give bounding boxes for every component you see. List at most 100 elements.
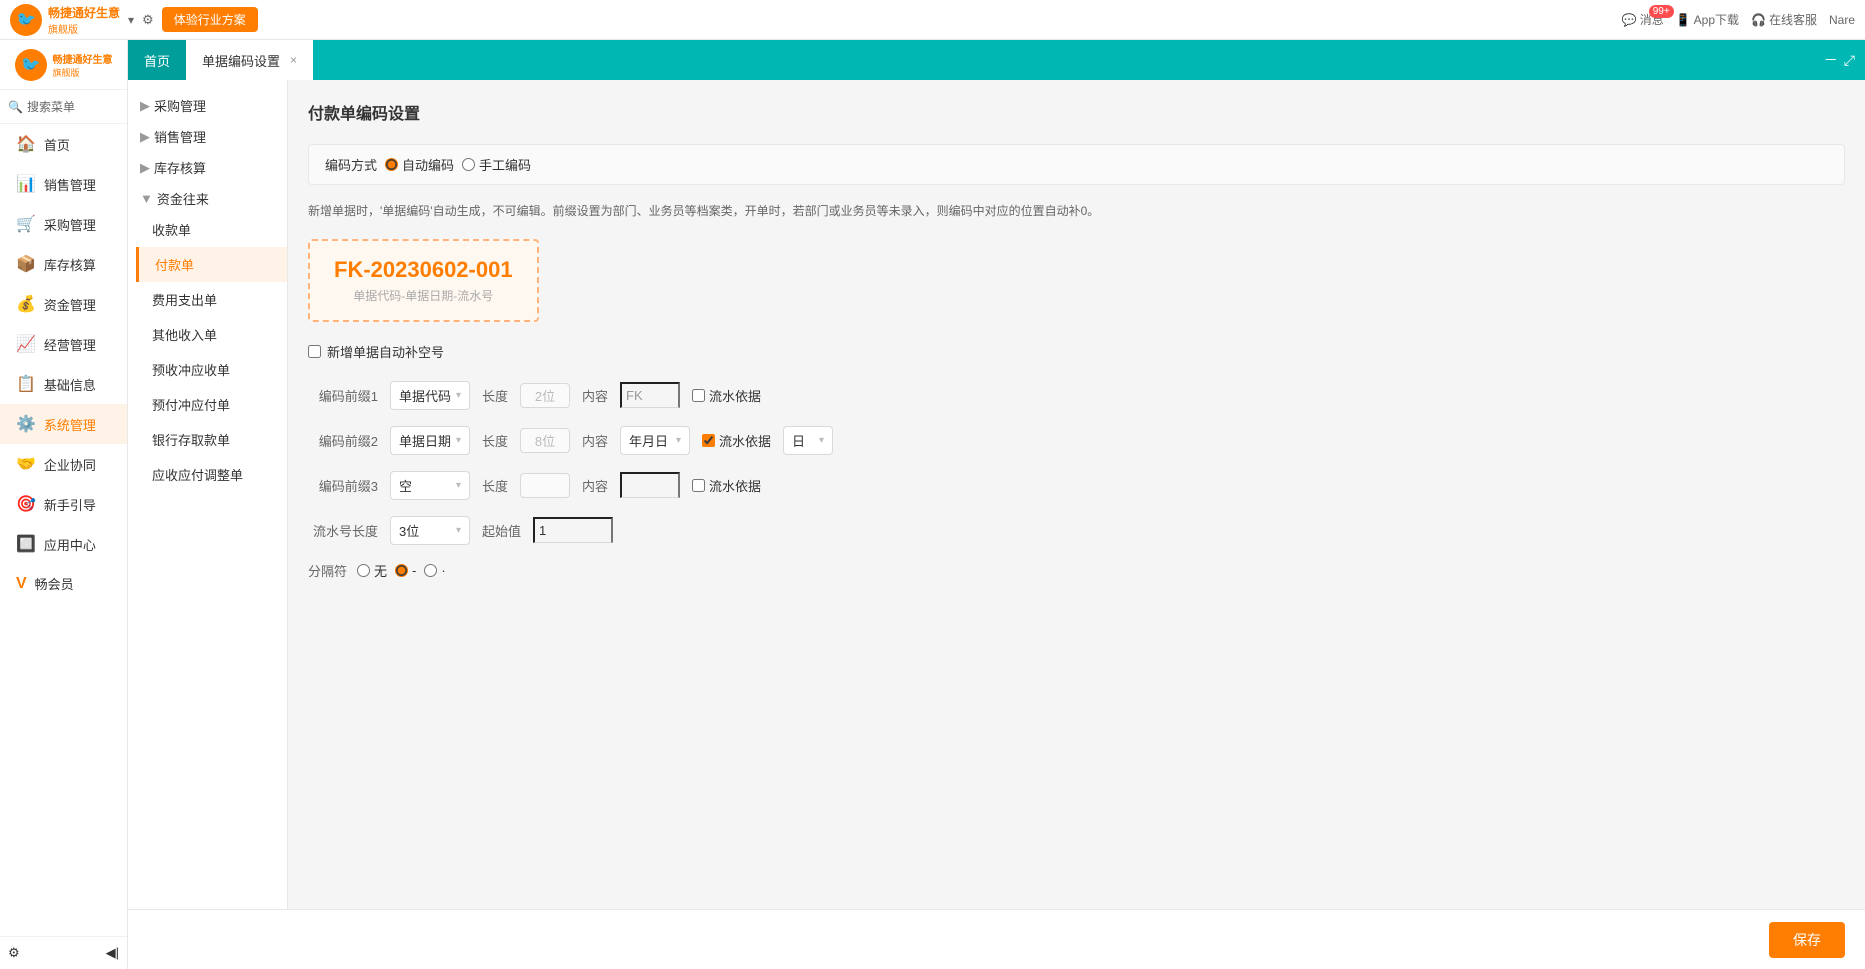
start-value-input[interactable] xyxy=(533,517,613,543)
sec-menu-bank[interactable]: 银行存取款单 xyxy=(136,422,287,457)
prefix3-water-checkbox[interactable] xyxy=(692,479,705,492)
sidebar-item-label: 企业协同 xyxy=(44,455,96,474)
sec-menu-prepay-pay[interactable]: 预付冲应付单 xyxy=(136,387,287,422)
sidebar-item-collab[interactable]: 🤝 企业协同 xyxy=(0,444,127,484)
sidebar-item-system[interactable]: ⚙️ 系统管理 xyxy=(0,404,127,444)
sec-menu-payment[interactable]: 付款单 xyxy=(136,247,287,282)
tab-maximize-icon[interactable]: ⤢ xyxy=(1844,52,1855,69)
prefix1-water-label: 流水依据 xyxy=(709,386,761,405)
bank-label: 银行存取款单 xyxy=(152,430,230,449)
prefix3-dropdown-icon: ▾ xyxy=(456,480,461,491)
prefix2-content-select[interactable]: 年月日 ▾ xyxy=(620,426,690,455)
service-icon: 🎧 xyxy=(1751,13,1766,27)
sidebar-search[interactable]: 🔍 搜索菜单 xyxy=(0,90,127,124)
separator-dot2[interactable]: · xyxy=(424,563,445,578)
sidebar-item-ops[interactable]: 📈 经营管理 xyxy=(0,324,127,364)
tab-home[interactable]: 首页 xyxy=(128,40,186,80)
prefix1-content-label: 内容 xyxy=(582,386,608,405)
separator-dot-radio[interactable] xyxy=(395,564,408,577)
sec-menu-expense[interactable]: 费用支出单 xyxy=(136,282,287,317)
sidebar-item-sales[interactable]: 📊 销售管理 xyxy=(0,164,127,204)
prefix2-select[interactable]: 单据日期 ▾ xyxy=(390,426,470,455)
sec-menu-adjust[interactable]: 应收应付调整单 xyxy=(136,457,287,492)
system-icon: ⚙️ xyxy=(16,414,36,434)
message-button[interactable]: 💬 消息 99+ xyxy=(1622,11,1664,28)
sales-icon: 📊 xyxy=(16,174,36,194)
gear-icon[interactable]: ⚙ xyxy=(142,12,154,28)
code-preview-sub: 单据代码-单据日期-流水号 xyxy=(334,287,513,304)
home-icon: 🏠 xyxy=(16,134,36,154)
member-icon: V xyxy=(16,575,27,593)
info-text: 新增单据时，'单据编码'自动生成，不可编辑。前缀设置为部门、业务员等档案类，开单… xyxy=(308,201,1845,223)
sec-menu-label: 销售管理 xyxy=(154,127,206,146)
separator-none-radio[interactable] xyxy=(357,564,370,577)
serial-row: 流水号长度 3位 ▾ 起始值 xyxy=(308,516,1845,545)
sidebar-item-purchase[interactable]: 🛒 采购管理 xyxy=(0,204,127,244)
code-preview-main: FK-20230602-001 xyxy=(334,257,513,283)
content-wrapper: ▶ 采购管理 ▶ 销售管理 ▶ 库存核算 ▼ 资金往来 收款单 xyxy=(128,80,1865,909)
collapse-icon[interactable]: ◀| xyxy=(106,945,119,961)
prefix2-water-checkbox[interactable] xyxy=(702,434,715,447)
sec-menu-receipt[interactable]: 收款单 xyxy=(136,212,287,247)
prefix2-water-row: 流水依据 xyxy=(702,431,771,450)
manual-encode-radio[interactable] xyxy=(462,158,475,171)
left-sidebar: 🐦 畅捷通好生意 旗舰版 🔍 搜索菜单 🏠 首页 📊 销售管理 🛒 采购管理 xyxy=(0,40,128,969)
sidebar-item-label: 首页 xyxy=(44,135,70,154)
auto-encode-radio[interactable] xyxy=(385,158,398,171)
sidebar-item-home[interactable]: 🏠 首页 xyxy=(0,124,127,164)
sidebar-item-member[interactable]: V 畅会员 xyxy=(0,564,127,603)
prefix1-water-checkbox[interactable] xyxy=(692,389,705,402)
prefix2-water-unit-select[interactable]: 日 ▾ xyxy=(783,426,833,455)
receipt-label: 收款单 xyxy=(152,220,191,239)
sec-menu-label: 库存核算 xyxy=(154,158,206,177)
auto-fill-checkbox[interactable] xyxy=(308,345,321,358)
auto-encode-option[interactable]: 自动编码 xyxy=(385,155,454,174)
sidebar-item-base[interactable]: 📋 基础信息 xyxy=(0,364,127,404)
separator-dot2-label: · xyxy=(441,563,445,578)
separator-dot[interactable]: - xyxy=(395,563,416,578)
manual-encode-option[interactable]: 手工编码 xyxy=(462,155,531,174)
separator-dot2-radio[interactable] xyxy=(424,564,437,577)
sec-menu-purchase[interactable]: ▶ 采购管理 xyxy=(128,88,287,119)
serial-length-select[interactable]: 3位 ▾ xyxy=(390,516,470,545)
company-name: 畅捷通好生意 xyxy=(48,4,120,21)
sidebar-item-label: 销售管理 xyxy=(44,175,96,194)
sec-menu-other-income[interactable]: 其他收入单 xyxy=(136,317,287,352)
prefix2-label: 编码前缀2 xyxy=(308,431,378,450)
prefix1-length-input xyxy=(520,383,570,408)
tab-encoding-label: 单据编码设置 xyxy=(202,51,280,70)
serial-length-value: 3位 xyxy=(399,521,452,540)
sidebar-item-label: 经营管理 xyxy=(44,335,96,354)
sidebar-item-finance[interactable]: 💰 资金管理 xyxy=(0,284,127,324)
adjust-label: 应收应付调整单 xyxy=(152,465,243,484)
expand-icon: ▶ xyxy=(140,160,150,176)
prefix3-content-label: 内容 xyxy=(582,476,608,495)
sidebar-item-apps[interactable]: 🔲 应用中心 xyxy=(0,524,127,564)
sec-menu-sales[interactable]: ▶ 销售管理 xyxy=(128,119,287,150)
sidebar-item-inventory[interactable]: 📦 库存核算 xyxy=(0,244,127,284)
tab-encoding[interactable]: 单据编码设置 × xyxy=(186,40,313,80)
top-bar-right: 💬 消息 99+ 📱 App下载 🎧 在线客服 Nare xyxy=(1622,11,1855,28)
settings-icon[interactable]: ⚙ xyxy=(8,945,20,961)
save-button[interactable]: 保存 xyxy=(1769,922,1845,958)
tab-minimize-icon[interactable]: － xyxy=(1824,50,1838,70)
sec-menu-capital[interactable]: ▼ 资金往来 xyxy=(128,181,287,212)
prefix1-select[interactable]: 单据代码 ▾ xyxy=(390,381,470,410)
experience-button[interactable]: 体验行业方案 xyxy=(162,7,258,32)
prefix2-length-label: 长度 xyxy=(482,431,508,450)
code-preview: FK-20230602-001 单据代码-单据日期-流水号 xyxy=(308,239,539,322)
tab-close-icon[interactable]: × xyxy=(290,53,297,67)
sec-menu-prepay-recv[interactable]: 预收冲应收单 xyxy=(136,352,287,387)
page-title: 付款单编码设置 xyxy=(308,100,1845,124)
base-icon: 📋 xyxy=(16,374,36,394)
prefix1-water-row: 流水依据 xyxy=(692,386,761,405)
sec-menu-stock[interactable]: ▶ 库存核算 xyxy=(128,150,287,181)
separator-none[interactable]: 无 xyxy=(357,561,387,580)
dropdown-arrow-icon[interactable]: ▾ xyxy=(128,13,134,27)
separator-row: 分隔符 无 - · xyxy=(308,561,1845,580)
app-download[interactable]: 📱 App下载 xyxy=(1676,11,1739,28)
app-label: App下载 xyxy=(1694,11,1739,28)
prefix3-select[interactable]: 空 ▾ xyxy=(390,471,470,500)
online-service[interactable]: 🎧 在线客服 xyxy=(1751,11,1817,28)
sidebar-item-guide[interactable]: 🎯 新手引导 xyxy=(0,484,127,524)
